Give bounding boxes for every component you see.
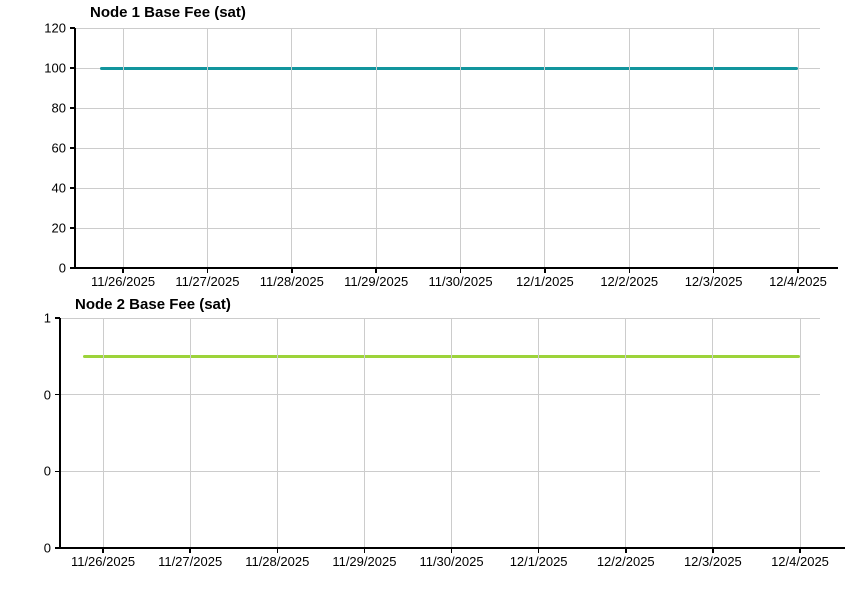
x-tick-label: 11/30/2025 bbox=[428, 274, 493, 289]
x-axis-line bbox=[75, 267, 838, 269]
x-tick-mark bbox=[450, 548, 453, 553]
vertical-gridline bbox=[122, 28, 124, 268]
horizontal-gridline bbox=[75, 187, 820, 189]
x-tick-mark bbox=[206, 268, 209, 273]
x-tick-mark bbox=[628, 268, 630, 273]
horizontal-gridline bbox=[60, 470, 820, 472]
vertical-gridline bbox=[451, 318, 452, 548]
x-tick-label: 12/1/2025 bbox=[509, 554, 568, 569]
x-tick-label: 12/3/2025 bbox=[684, 274, 743, 289]
chart-2-title: Node 2 Base Fee (sat) bbox=[75, 296, 231, 313]
vertical-gridline bbox=[206, 28, 208, 268]
vertical-gridline bbox=[189, 318, 191, 548]
x-tick-label: 11/27/2025 bbox=[175, 274, 240, 289]
x-tick-mark bbox=[122, 268, 124, 273]
y-tick-label: 40 bbox=[51, 180, 66, 196]
x-tick-mark bbox=[375, 268, 377, 273]
x-axis-line bbox=[60, 547, 845, 549]
x-tick-label: 11/27/2025 bbox=[158, 554, 223, 569]
charts-canvas: Node 1 Base Fee (sat) 11/26/2025 11/27/20… bbox=[0, 0, 860, 600]
x-tick-label: 12/3/2025 bbox=[683, 554, 742, 569]
horizontal-gridline bbox=[60, 394, 820, 396]
vertical-gridline bbox=[797, 28, 799, 268]
vertical-gridline bbox=[544, 28, 546, 268]
x-tick-label: 11/26/2025 bbox=[90, 274, 156, 289]
y-axis-line bbox=[74, 28, 76, 269]
y-tick-label: 1 bbox=[43, 310, 51, 326]
x-tick-mark bbox=[712, 548, 714, 553]
x-tick-label: 11/28/2025 bbox=[259, 274, 324, 289]
x-tick-label: 11/28/2025 bbox=[245, 554, 310, 569]
x-tick-label: 12/2/2025 bbox=[600, 274, 659, 289]
x-tick-label: 11/29/2025 bbox=[332, 554, 397, 569]
horizontal-gridline bbox=[60, 317, 820, 319]
horizontal-gridline bbox=[75, 227, 820, 229]
x-tick-mark bbox=[799, 548, 801, 553]
y-tick-label: 0 bbox=[43, 387, 51, 403]
y-axis-line bbox=[59, 318, 61, 549]
x-tick-mark bbox=[712, 268, 715, 273]
horizontal-gridline bbox=[75, 27, 820, 29]
vertical-gridline bbox=[460, 28, 461, 268]
y-tick-label: 20 bbox=[51, 220, 66, 236]
vertical-gridline bbox=[538, 318, 540, 548]
series-line-1 bbox=[100, 66, 798, 70]
x-tick-mark bbox=[291, 268, 293, 273]
x-tick-label: 11/26/2025 bbox=[70, 554, 136, 569]
vertical-gridline bbox=[291, 28, 293, 268]
x-tick-mark bbox=[625, 548, 627, 553]
vertical-gridline bbox=[102, 318, 104, 548]
horizontal-gridline bbox=[75, 147, 820, 149]
vertical-gridline bbox=[375, 28, 377, 268]
vertical-gridline bbox=[363, 318, 365, 548]
y-tick-label: 60 bbox=[51, 140, 66, 156]
x-tick-label: 12/2/2025 bbox=[596, 554, 655, 569]
x-tick-mark bbox=[363, 548, 366, 553]
vertical-gridline bbox=[625, 318, 627, 548]
y-tick-label: 80 bbox=[51, 100, 66, 116]
x-tick-label: 12/4/2025 bbox=[771, 554, 829, 569]
horizontal-gridline bbox=[75, 107, 820, 109]
x-tick-label: 12/1/2025 bbox=[515, 274, 574, 289]
x-tick-mark bbox=[102, 548, 104, 553]
vertical-gridline bbox=[713, 28, 715, 268]
x-tick-label: 12/4/2025 bbox=[769, 274, 827, 289]
x-tick-mark bbox=[537, 548, 540, 553]
vertical-gridline bbox=[276, 318, 278, 548]
vertical-gridline bbox=[799, 318, 801, 548]
y-tick-label: 0 bbox=[43, 540, 51, 556]
y-tick-label: 120 bbox=[44, 20, 66, 36]
x-tick-mark bbox=[544, 268, 546, 273]
y-tick-label: 100 bbox=[44, 60, 66, 76]
x-tick-mark bbox=[459, 268, 462, 273]
chart-1-title: Node 1 Base Fee (sat) bbox=[90, 4, 246, 21]
y-tick-label: 0 bbox=[43, 463, 51, 479]
x-tick-label: 11/29/2025 bbox=[344, 274, 409, 289]
x-tick-mark bbox=[276, 548, 278, 553]
x-tick-label: 11/30/2025 bbox=[419, 554, 484, 569]
y-tick-label: 0 bbox=[58, 260, 66, 276]
vertical-gridline bbox=[628, 28, 630, 268]
x-tick-mark bbox=[797, 268, 799, 273]
x-tick-mark bbox=[189, 548, 191, 553]
vertical-gridline bbox=[712, 318, 714, 548]
